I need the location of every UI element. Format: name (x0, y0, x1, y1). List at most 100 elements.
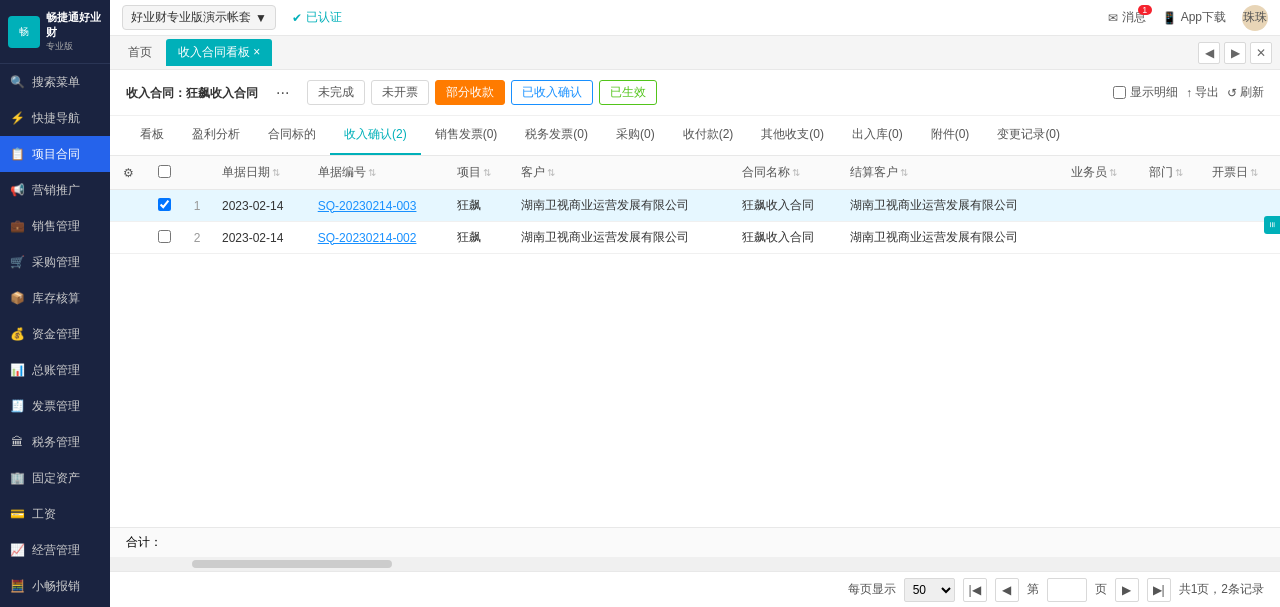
status-btn-4[interactable]: 已生效 (599, 80, 657, 105)
row-department-0 (1139, 190, 1203, 222)
status-btn-0[interactable]: 未完成 (307, 80, 365, 105)
sidebar-icon-8: 📊 (8, 361, 26, 379)
message-button[interactable]: ✉ 消息 1 (1108, 9, 1146, 26)
row-department-1 (1139, 222, 1203, 254)
app-logo: 畅 畅捷通好业财 专业版 (0, 0, 110, 64)
sidebar-item-12[interactable]: 💳工资 (0, 496, 110, 532)
sub-tab-10[interactable]: 附件(0) (917, 116, 984, 155)
sidebar-item-1[interactable]: ⚡快捷导航 (0, 100, 110, 136)
doc-no-column-header[interactable]: 单据编号⇅ (308, 156, 448, 190)
table-footer: 合计： (110, 527, 1280, 557)
table-row[interactable]: 2 2023-02-14 SQ-20230214-002 狂飙 湖南卫视商业运营… (110, 222, 1280, 254)
sub-tab-6[interactable]: 采购(0) (602, 116, 669, 155)
invoice-date-column-header[interactable]: 开票日⇅ (1202, 156, 1280, 190)
row-project-1: 狂飙 (447, 222, 511, 254)
customer-column-header[interactable]: 客户⇅ (511, 156, 732, 190)
status-btn-1[interactable]: 未开票 (371, 80, 429, 105)
sidebar-item-0[interactable]: 🔍搜索菜单 (0, 64, 110, 100)
sub-tab-7[interactable]: 收付款(2) (669, 116, 748, 155)
horizontal-scrollbar[interactable] (110, 557, 1280, 571)
sort-icon: ⇅ (792, 167, 800, 178)
sidebar-icon-1: ⚡ (8, 109, 26, 127)
row-num-0: 1 (182, 190, 212, 222)
sidebar-item-4[interactable]: 💼销售管理 (0, 208, 110, 244)
sidebar-nav: 🔍搜索菜单⚡快捷导航📋项目合同📢营销推广💼销售管理🛒采购管理📦库存核算💰资金管理… (0, 64, 110, 607)
row-settings-0[interactable] (110, 190, 146, 222)
sidebar-item-3[interactable]: 📢营销推广 (0, 172, 110, 208)
tab-prev-button[interactable]: ◀ (1198, 42, 1220, 64)
sidebar: 畅 畅捷通好业财 专业版 🔍搜索菜单⚡快捷导航📋项目合同📢营销推广💼销售管理🛒采… (0, 0, 110, 607)
content-panel: 收入合同：狂飙收入合同 ··· 未完成未开票部分收款已收入确认已生效 显示明细 … (110, 70, 1280, 607)
status-btn-3[interactable]: 已收入确认 (511, 80, 593, 105)
page-last-button[interactable]: ▶| (1147, 578, 1171, 602)
sidebar-item-13[interactable]: 📈经营管理 (0, 532, 110, 568)
settings-column-header[interactable]: ⚙ (110, 156, 146, 190)
sub-tab-8[interactable]: 其他收支(0) (747, 116, 838, 155)
department-column-header[interactable]: 部门⇅ (1139, 156, 1203, 190)
export-button[interactable]: ↑ 导出 (1186, 84, 1219, 101)
checkbox-column-header[interactable] (146, 156, 182, 190)
page-prev-button[interactable]: ◀ (995, 578, 1019, 602)
date-column-header[interactable]: 单据日期⇅ (212, 156, 308, 190)
page-number-input[interactable]: 1 (1047, 578, 1087, 602)
refresh-button[interactable]: ↺ 刷新 (1227, 84, 1264, 101)
sidebar-item-7[interactable]: 💰资金管理 (0, 316, 110, 352)
scrollbar-thumb[interactable] (192, 560, 392, 568)
status-btn-2[interactable]: 部分收款 (435, 80, 505, 105)
sidebar-item-9[interactable]: 🧾发票管理 (0, 388, 110, 424)
row-doc-no-1[interactable]: SQ-20230214-002 (308, 222, 448, 254)
sub-tab-11[interactable]: 变更记录(0) (983, 116, 1074, 155)
sidebar-item-14[interactable]: 🧮小畅报销 (0, 568, 110, 604)
more-button[interactable]: ··· (270, 84, 295, 102)
sub-tab-5[interactable]: 税务发票(0) (511, 116, 602, 155)
page-title: 收入合同：狂飙收入合同 (126, 84, 258, 102)
sidebar-item-2[interactable]: 📋项目合同 (0, 136, 110, 172)
page-size-select[interactable]: 50 100 200 (904, 578, 955, 602)
row-num-column-header (182, 156, 212, 190)
sidebar-icon-6: 📦 (8, 289, 26, 307)
user-avatar[interactable]: 珠珠 (1242, 5, 1268, 31)
page-next-button[interactable]: ▶ (1115, 578, 1139, 602)
settlement-customer-column-header[interactable]: 结算客户⇅ (840, 156, 1061, 190)
tab-close-button[interactable]: ✕ (1250, 42, 1272, 64)
active-tab[interactable]: 收入合同看板 × (166, 39, 272, 66)
row-settings-1[interactable] (110, 222, 146, 254)
row-contract-name-0: 狂飙收入合同 (732, 190, 840, 222)
sidebar-item-6[interactable]: 📦库存核算 (0, 280, 110, 316)
sidebar-icon-2: 📋 (8, 145, 26, 163)
salesperson-column-header[interactable]: 业务员⇅ (1061, 156, 1139, 190)
app-download-button[interactable]: 📱 App下载 (1162, 9, 1226, 26)
main-content: 好业财专业版演示帐套 ▼ ✔ 已认证 ✉ 消息 1 📱 App下载 珠珠 (110, 0, 1280, 607)
show-detail-toggle[interactable]: 显示明细 (1113, 84, 1178, 101)
sub-tab-3[interactable]: 收入确认(2) (330, 116, 421, 155)
sort-icon: ⇅ (547, 167, 555, 178)
row-doc-no-0[interactable]: SQ-20230214-003 (308, 190, 448, 222)
float-side-button[interactable]: ≡ (1264, 216, 1280, 234)
sidebar-item-5[interactable]: 🛒采购管理 (0, 244, 110, 280)
sub-tab-2[interactable]: 合同标的 (254, 116, 330, 155)
tab-next-button[interactable]: ▶ (1224, 42, 1246, 64)
table-row[interactable]: 1 2023-02-14 SQ-20230214-003 狂飙 湖南卫视商业运营… (110, 190, 1280, 222)
table-body: 1 2023-02-14 SQ-20230214-003 狂飙 湖南卫视商业运营… (110, 190, 1280, 254)
sort-icon: ⇅ (1109, 167, 1117, 178)
refresh-icon: ↺ (1227, 86, 1237, 100)
sub-tab-9[interactable]: 出入库(0) (838, 116, 917, 155)
sidebar-item-11[interactable]: 🏢固定资产 (0, 460, 110, 496)
home-tab[interactable]: 首页 (118, 38, 162, 67)
row-salesperson-0 (1061, 190, 1139, 222)
row-checkbox-cell-1[interactable] (146, 222, 182, 254)
contract-name-column-header[interactable]: 合同名称⇅ (732, 156, 840, 190)
table-area: ⚙ 单据日期⇅ 单据编号⇅ 项目⇅ 客户⇅ (110, 156, 1280, 527)
sidebar-item-8[interactable]: 📊总账管理 (0, 352, 110, 388)
sub-tab-0[interactable]: 看板 (126, 116, 178, 155)
logo-text: 畅捷通好业财 专业版 (46, 10, 102, 53)
project-column-header[interactable]: 项目⇅ (447, 156, 511, 190)
avatar: 珠珠 (1242, 5, 1268, 31)
company-selector[interactable]: 好业财专业版演示帐套 ▼ (122, 5, 276, 30)
sidebar-item-10[interactable]: 🏛税务管理 (0, 424, 110, 460)
sub-tab-1[interactable]: 盈利分析 (178, 116, 254, 155)
page-first-button[interactable]: |◀ (963, 578, 987, 602)
sub-tab-4[interactable]: 销售发票(0) (421, 116, 512, 155)
sort-icon: ⇅ (1250, 167, 1258, 178)
row-checkbox-cell-0[interactable] (146, 190, 182, 222)
